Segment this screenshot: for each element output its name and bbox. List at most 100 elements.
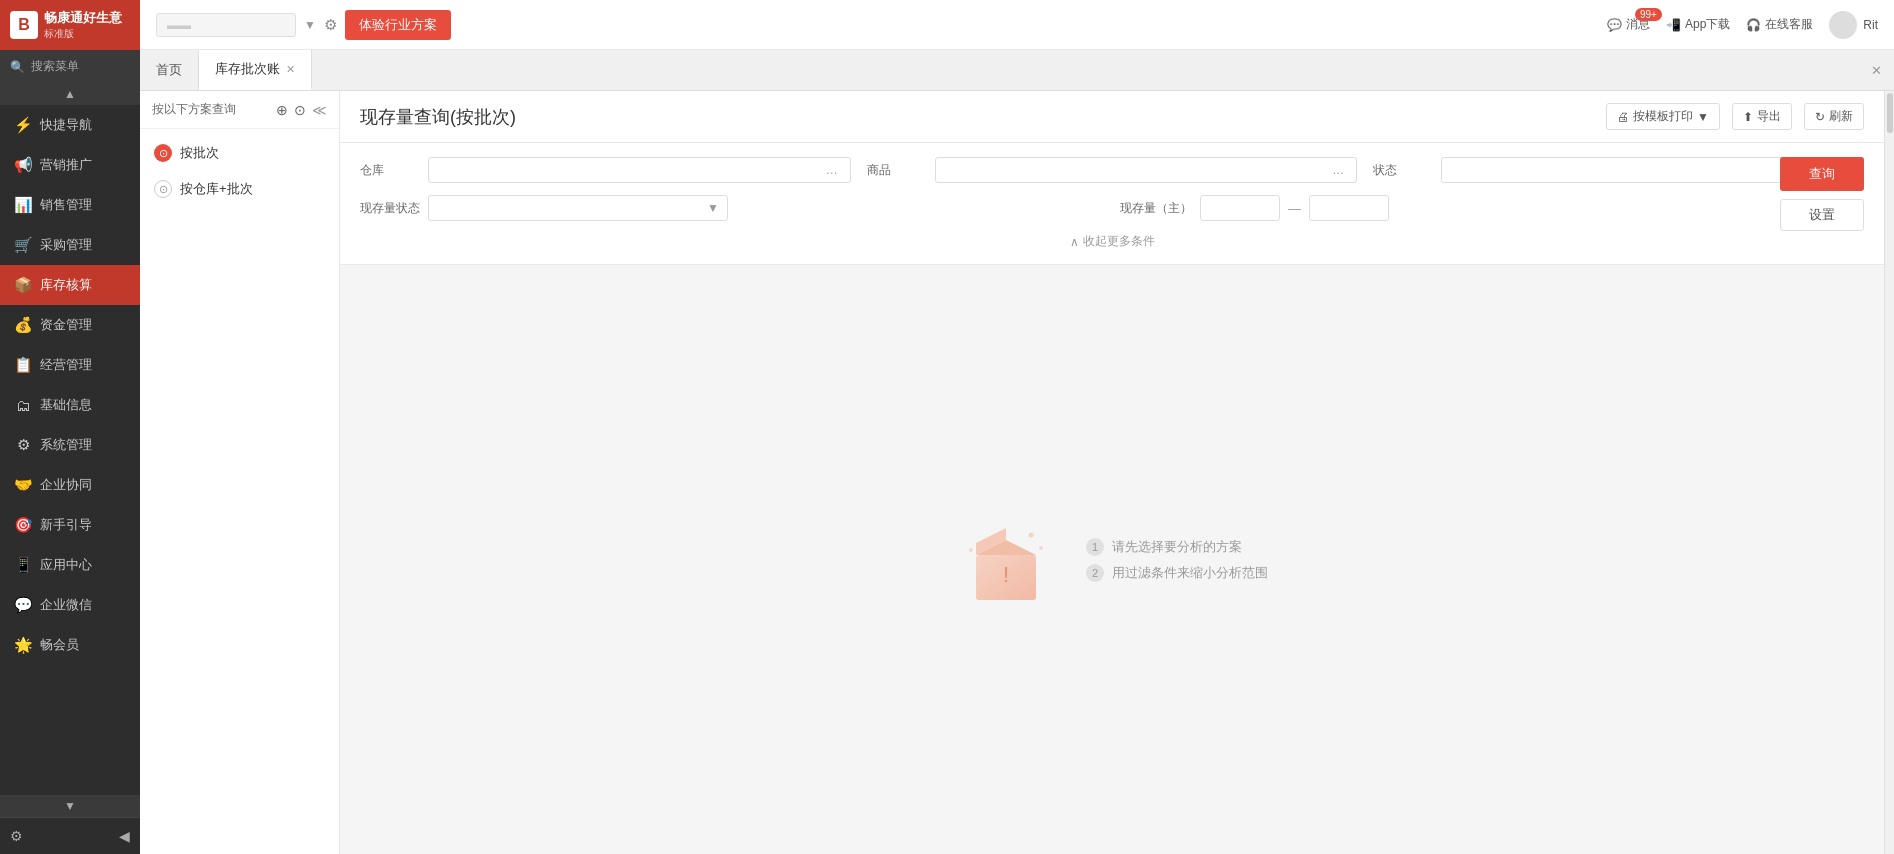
topbar-search-box[interactable]: ▬▬ <box>156 13 296 37</box>
sidebar-item-wechat[interactable]: 💬 企业微信 <box>0 585 140 625</box>
chevron-up-icon: ∧ <box>1070 235 1079 249</box>
scheme-list: ⊙ 按批次 ⊙ 按仓库+批次 <box>140 129 339 213</box>
search-icon: 🔍 <box>10 60 25 74</box>
sidebar-item-system[interactable]: ⚙ 系统管理 <box>0 425 140 465</box>
sidebar-item-appcenter[interactable]: 📱 应用中心 <box>0 545 140 585</box>
sidebar-scroll-down[interactable]: ▼ <box>0 795 140 817</box>
template-print-btn[interactable]: 🖨 按模板打印 ▼ <box>1606 103 1720 130</box>
svg-point-4 <box>969 548 973 552</box>
empty-tips: 1 请先选择要分析的方案 2 用过滤条件来缩小分析范围 <box>1086 538 1268 582</box>
topbar-right: 💬 消息 99+ 📲 App下载 🎧 在线客服 Rit <box>1607 11 1878 39</box>
sidebar-item-enterprise[interactable]: 🤝 企业协同 <box>0 465 140 505</box>
sidebar-settings-btn[interactable]: ⚙ <box>10 828 23 844</box>
product-field: 商品 … <box>867 157 1358 183</box>
panel-close-btn[interactable]: ✕ <box>1859 55 1894 86</box>
sidebar-item-purchase[interactable]: 🛒 采购管理 <box>0 225 140 265</box>
warehouse-input[interactable]: … <box>428 157 851 183</box>
filter-scheme-icons: ⊕ ⊙ ≪ <box>276 102 327 118</box>
basic-icon: 🗂 <box>14 396 32 414</box>
tab-inventory-batch[interactable]: 库存批次账 ✕ <box>199 50 312 90</box>
sidebar-header: B 畅康通好生意 标准版 <box>0 0 140 50</box>
refresh-btn[interactable]: ↻ 刷新 <box>1804 103 1864 130</box>
qty-min-input[interactable] <box>1200 195 1280 221</box>
sidebar-item-shortcut[interactable]: ⚡ 快捷导航 <box>0 105 140 145</box>
trial-btn[interactable]: 体验行业方案 <box>345 10 451 40</box>
sidebar-item-operation[interactable]: 📋 经营管理 <box>0 345 140 385</box>
appcenter-icon: 📱 <box>14 556 32 574</box>
sidebar-scroll-up[interactable]: ▲ <box>0 83 140 105</box>
collapse-filter-btn[interactable]: ∧ 收起更多条件 <box>360 233 1864 250</box>
sidebar-item-finance[interactable]: 💰 资金管理 <box>0 305 140 345</box>
print-icon: 🖨 <box>1617 110 1629 124</box>
sidebar-nav: ⚡ 快捷导航 📢 营销推广 📊 销售管理 🛒 采购管理 📦 库存核算 💰 资金管… <box>0 105 140 795</box>
filter-area: 仓库 … 商品 … <box>340 143 1884 265</box>
online-service-btn[interactable]: 🎧 在线客服 <box>1746 16 1813 33</box>
right-scrollbar[interactable] <box>1884 91 1894 854</box>
filter-row-2: 现存量状态 ▼ 现存量（主） — <box>360 195 1864 221</box>
filter-scheme-header: 按以下方案查询 ⊕ ⊙ ≪ <box>140 91 339 129</box>
empty-tip-2: 2 用过滤条件来缩小分析范围 <box>1086 564 1268 582</box>
sidebar-item-newguide[interactable]: 🎯 新手引导 <box>0 505 140 545</box>
app-download-btn[interactable]: 📲 App下载 <box>1666 16 1730 33</box>
qty-label: 现存量（主） <box>1120 200 1192 217</box>
left-panel: 按以下方案查询 ⊕ ⊙ ≪ ⊙ 按批次 ⊙ 按仓库+批次 <box>140 91 340 854</box>
scheme-batch-icon: ⊙ <box>154 144 172 162</box>
action-area: 查询 设置 <box>1780 143 1864 231</box>
inventory-icon: 📦 <box>14 276 32 294</box>
query-btn[interactable]: 查询 <box>1780 157 1864 191</box>
sidebar-item-marketing[interactable]: 📢 营销推广 <box>0 145 140 185</box>
inventory-status-input[interactable]: ▼ <box>428 195 728 221</box>
collapse-left-icon[interactable]: ≪ <box>312 102 327 118</box>
svg-text:!: ! <box>1003 562 1009 587</box>
topbar: ▬▬ ▼ ⚙ 体验行业方案 💬 消息 99+ 📲 App下载 🎧 在线客服 Ri <box>140 0 1894 50</box>
sidebar-item-basic[interactable]: 🗂 基础信息 <box>0 385 140 425</box>
sidebar-item-inventory[interactable]: 📦 库存核算 <box>0 265 140 305</box>
status-label: 状态 <box>1373 162 1433 179</box>
refresh-icon: ↻ <box>1815 110 1825 124</box>
inventory-status-label: 现存量状态 <box>360 200 420 217</box>
template-print-dropdown-icon[interactable]: ▼ <box>1697 110 1709 124</box>
enterprise-icon: 🤝 <box>14 476 32 494</box>
empty-tip-1: 1 请先选择要分析的方案 <box>1086 538 1268 556</box>
main-area: ▬▬ ▼ ⚙ 体验行业方案 💬 消息 99+ 📲 App下载 🎧 在线客服 Ri <box>140 0 1894 854</box>
scroll-thumb[interactable] <box>1887 93 1893 133</box>
operation-icon: 📋 <box>14 356 32 374</box>
topbar-gear-icon[interactable]: ⚙ <box>324 16 337 34</box>
settings-scheme-icon[interactable]: ⊙ <box>294 102 306 118</box>
filter-row-1: 仓库 … 商品 … <box>360 157 1864 183</box>
qty-max-input[interactable] <box>1309 195 1389 221</box>
scheme-item-warehouse-batch[interactable]: ⊙ 按仓库+批次 <box>140 171 339 207</box>
warehouse-label: 仓库 <box>360 162 420 179</box>
newguide-icon: 🎯 <box>14 516 32 534</box>
sidebar-footer: ⚙ ◀ <box>0 817 140 854</box>
sidebar-item-member[interactable]: 🌟 畅会员 <box>0 625 140 665</box>
sidebar-search[interactable]: 🔍 搜索菜单 <box>0 50 140 83</box>
sidebar-brand: 畅康通好生意 标准版 <box>44 10 122 40</box>
sales-icon: 📊 <box>14 196 32 214</box>
user-info[interactable]: Rit <box>1829 11 1878 39</box>
sidebar-logo: B <box>10 11 38 39</box>
product-input[interactable]: … <box>935 157 1358 183</box>
product-label: 商品 <box>867 162 927 179</box>
warehouse-dots[interactable]: … <box>822 163 842 177</box>
sidebar-item-sales[interactable]: 📊 销售管理 <box>0 185 140 225</box>
topbar-dropdown[interactable]: ▼ <box>304 18 316 32</box>
tab-close-btn[interactable]: ✕ <box>286 63 295 76</box>
finance-icon: 💰 <box>14 316 32 334</box>
settings-btn[interactable]: 设置 <box>1780 199 1864 231</box>
inventory-status-field: 现存量状态 ▼ <box>360 195 1104 221</box>
export-btn[interactable]: ⬆ 导出 <box>1732 103 1792 130</box>
filter-area-wrapper: 仓库 … 商品 … <box>340 143 1884 265</box>
product-dots[interactable]: … <box>1328 163 1348 177</box>
inventory-status-dropdown-icon[interactable]: ▼ <box>707 201 719 215</box>
empty-state: ! 1 请先选择要分析的方案 2 用过滤条件来缩小分析范围 <box>340 265 1884 854</box>
scheme-item-batch[interactable]: ⊙ 按批次 <box>140 135 339 171</box>
content-area: 按以下方案查询 ⊕ ⊙ ≪ ⊙ 按批次 ⊙ 按仓库+批次 <box>140 91 1894 854</box>
app-download-icon: 📲 <box>1666 18 1681 32</box>
sidebar-collapse-btn[interactable]: ◀ <box>119 828 130 844</box>
message-btn[interactable]: 💬 消息 99+ <box>1607 16 1650 33</box>
page-title: 现存量查询(按批次) <box>360 105 516 129</box>
tab-home[interactable]: 首页 <box>140 51 199 89</box>
headset-icon: 🎧 <box>1746 18 1761 32</box>
add-scheme-icon[interactable]: ⊕ <box>276 102 288 118</box>
